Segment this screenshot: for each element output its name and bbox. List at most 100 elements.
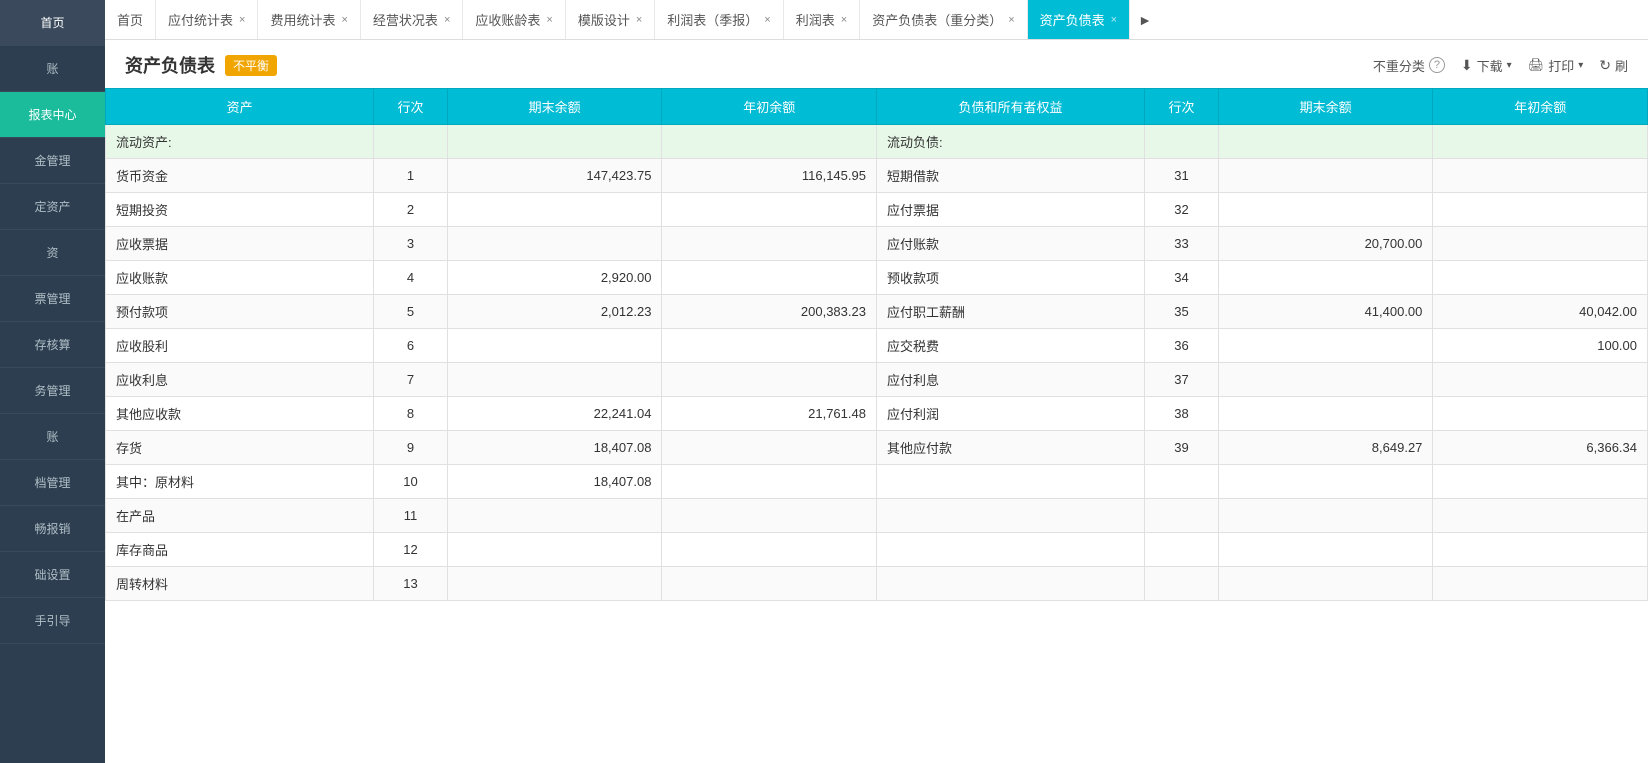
right-name-cell[interactable]: 应付职工薪酬: [876, 295, 1144, 329]
left-begin-cell: [662, 533, 877, 567]
right-name-cell[interactable]: 应付利润: [876, 397, 1144, 431]
print-button[interactable]: 🖨 打印 ▾: [1528, 56, 1584, 75]
sidebar-item-fixed-assets[interactable]: 定资产: [0, 184, 105, 230]
left-name-cell[interactable]: 预付款项: [106, 295, 374, 329]
tab-template-design[interactable]: 模版设计 ×: [566, 0, 655, 40]
tab-scroll-right[interactable]: ►: [1130, 0, 1160, 40]
sidebar-item-investment[interactable]: 资: [0, 230, 105, 276]
left-name-cell[interactable]: 其他应收款: [106, 397, 374, 431]
right-name-cell[interactable]: 应付账款: [876, 227, 1144, 261]
tab-profit-quarterly[interactable]: 利润表（季报） ×: [655, 0, 783, 40]
left-name-cell[interactable]: 短期投资: [106, 193, 374, 227]
no-reclassify-button[interactable]: 不重分类 ?: [1373, 56, 1445, 75]
right-begin-cell: [1433, 567, 1648, 601]
sidebar-item-tax[interactable]: 务管理: [0, 368, 105, 414]
left-name-cell[interactable]: 应收票据: [106, 227, 374, 261]
tab-home[interactable]: 首页: [105, 0, 156, 40]
tab-bar: 首页 应付统计表 × 费用统计表 × 经营状况表 × 应收账龄表 × 模版设计 …: [105, 0, 1648, 40]
left-row-cell: 11: [374, 499, 448, 533]
left-name-cell[interactable]: 应收账款: [106, 261, 374, 295]
right-name-cell[interactable]: 短期借款: [876, 159, 1144, 193]
left-name-cell[interactable]: 存货: [106, 431, 374, 465]
tab-payable-stat[interactable]: 应付统计表 ×: [156, 0, 258, 40]
sidebar-item-cash[interactable]: 金管理: [0, 138, 105, 184]
right-row-cell: 31: [1145, 159, 1219, 193]
sidebar-item-ticket[interactable]: 票管理: [0, 276, 105, 322]
tab-balance-reclassify[interactable]: 资产负债表（重分类） ×: [860, 0, 1027, 40]
no-reclassify-label: 不重分类: [1373, 56, 1425, 75]
left-name-cell[interactable]: 周转材料: [106, 567, 374, 601]
help-icon[interactable]: ?: [1429, 57, 1445, 73]
right-name-cell[interactable]: [876, 533, 1144, 567]
sidebar-item-expense[interactable]: 畅报销: [0, 506, 105, 552]
table-row: 应收股利 6 应交税费 36 100.00: [106, 329, 1648, 363]
col-header-asset: 资产: [106, 89, 374, 125]
tab-business-status[interactable]: 经营状况表 ×: [361, 0, 463, 40]
right-row-cell: 32: [1145, 193, 1219, 227]
right-begin-cell: [1433, 363, 1648, 397]
left-name-cell[interactable]: 库存商品: [106, 533, 374, 567]
download-chevron-icon: ▾: [1507, 60, 1512, 71]
tab-balance-reclassify-close[interactable]: ×: [1008, 14, 1014, 26]
right-name-cell[interactable]: [876, 465, 1144, 499]
table-row: 应收票据 3 应付账款 33 20,700.00: [106, 227, 1648, 261]
left-end-cell: [447, 329, 662, 363]
right-name-cell[interactable]: [876, 499, 1144, 533]
tab-profit[interactable]: 利润表 ×: [784, 0, 860, 40]
col-header-right-row: 行次: [1145, 89, 1219, 125]
refresh-label: 刷: [1615, 56, 1628, 75]
table-row: 在产品 11: [106, 499, 1648, 533]
sidebar-item-home[interactable]: 首页: [0, 0, 105, 46]
left-name-cell[interactable]: 货币资金: [106, 159, 374, 193]
refresh-button[interactable]: ↻ 刷: [1599, 56, 1628, 75]
right-name-cell[interactable]: [876, 567, 1144, 601]
tab-payable-stat-close[interactable]: ×: [239, 14, 245, 26]
tab-profit-quarterly-close[interactable]: ×: [764, 14, 770, 26]
tab-business-status-label: 经营状况表: [373, 10, 438, 29]
left-name-cell[interactable]: 在产品: [106, 499, 374, 533]
right-begin-cell: [1433, 397, 1648, 431]
sidebar-item-archive[interactable]: 档管理: [0, 460, 105, 506]
right-row-cell: 39: [1145, 431, 1219, 465]
left-end-cell: 2,920.00: [447, 261, 662, 295]
tab-template-design-close[interactable]: ×: [636, 14, 642, 26]
sidebar-item-ledger[interactable]: 账: [0, 414, 105, 460]
right-name-cell[interactable]: 应交税费: [876, 329, 1144, 363]
sidebar-item-inventory[interactable]: 存核算: [0, 322, 105, 368]
left-end-cell: [447, 567, 662, 601]
table-row: 库存商品 12: [106, 533, 1648, 567]
right-name-cell[interactable]: 应付票据: [876, 193, 1144, 227]
right-begin-cell: 6,366.34: [1433, 431, 1648, 465]
tab-balance-close[interactable]: ×: [1111, 14, 1117, 26]
sidebar-item-account[interactable]: 账: [0, 46, 105, 92]
tab-receivable-age[interactable]: 应收账龄表 ×: [463, 0, 565, 40]
right-name-cell[interactable]: 其他应付款: [876, 431, 1144, 465]
tab-business-status-close[interactable]: ×: [444, 14, 450, 26]
tab-receivable-age-close[interactable]: ×: [546, 14, 552, 26]
section-left-end: [447, 125, 662, 159]
left-name-cell[interactable]: 应收股利: [106, 329, 374, 363]
right-end-cell: [1218, 533, 1433, 567]
left-begin-cell: [662, 431, 877, 465]
right-row-cell: [1145, 567, 1219, 601]
left-name-cell[interactable]: 其中：原材料: [106, 465, 374, 499]
tab-balance[interactable]: 资产负债表 ×: [1028, 0, 1130, 40]
right-name-cell[interactable]: 预收款项: [876, 261, 1144, 295]
right-name-cell[interactable]: 应付利息: [876, 363, 1144, 397]
right-row-cell: 34: [1145, 261, 1219, 295]
left-begin-cell: [662, 567, 877, 601]
download-button[interactable]: ⬇ 下载 ▾: [1461, 56, 1512, 75]
right-begin-cell: [1433, 227, 1648, 261]
right-begin-cell: 100.00: [1433, 329, 1648, 363]
tab-expense-stat[interactable]: 费用统计表 ×: [258, 0, 360, 40]
tab-profit-close[interactable]: ×: [841, 14, 847, 26]
right-row-cell: [1145, 499, 1219, 533]
left-row-cell: 6: [374, 329, 448, 363]
sidebar-item-settings[interactable]: 础设置: [0, 552, 105, 598]
sidebar-item-report[interactable]: 报表中心: [0, 92, 105, 138]
sidebar-item-guide[interactable]: 手引导: [0, 598, 105, 644]
left-name-cell[interactable]: 应收利息: [106, 363, 374, 397]
right-end-cell: [1218, 261, 1433, 295]
unbalanced-badge: 不平衡: [225, 55, 277, 76]
tab-expense-stat-close[interactable]: ×: [341, 14, 347, 26]
